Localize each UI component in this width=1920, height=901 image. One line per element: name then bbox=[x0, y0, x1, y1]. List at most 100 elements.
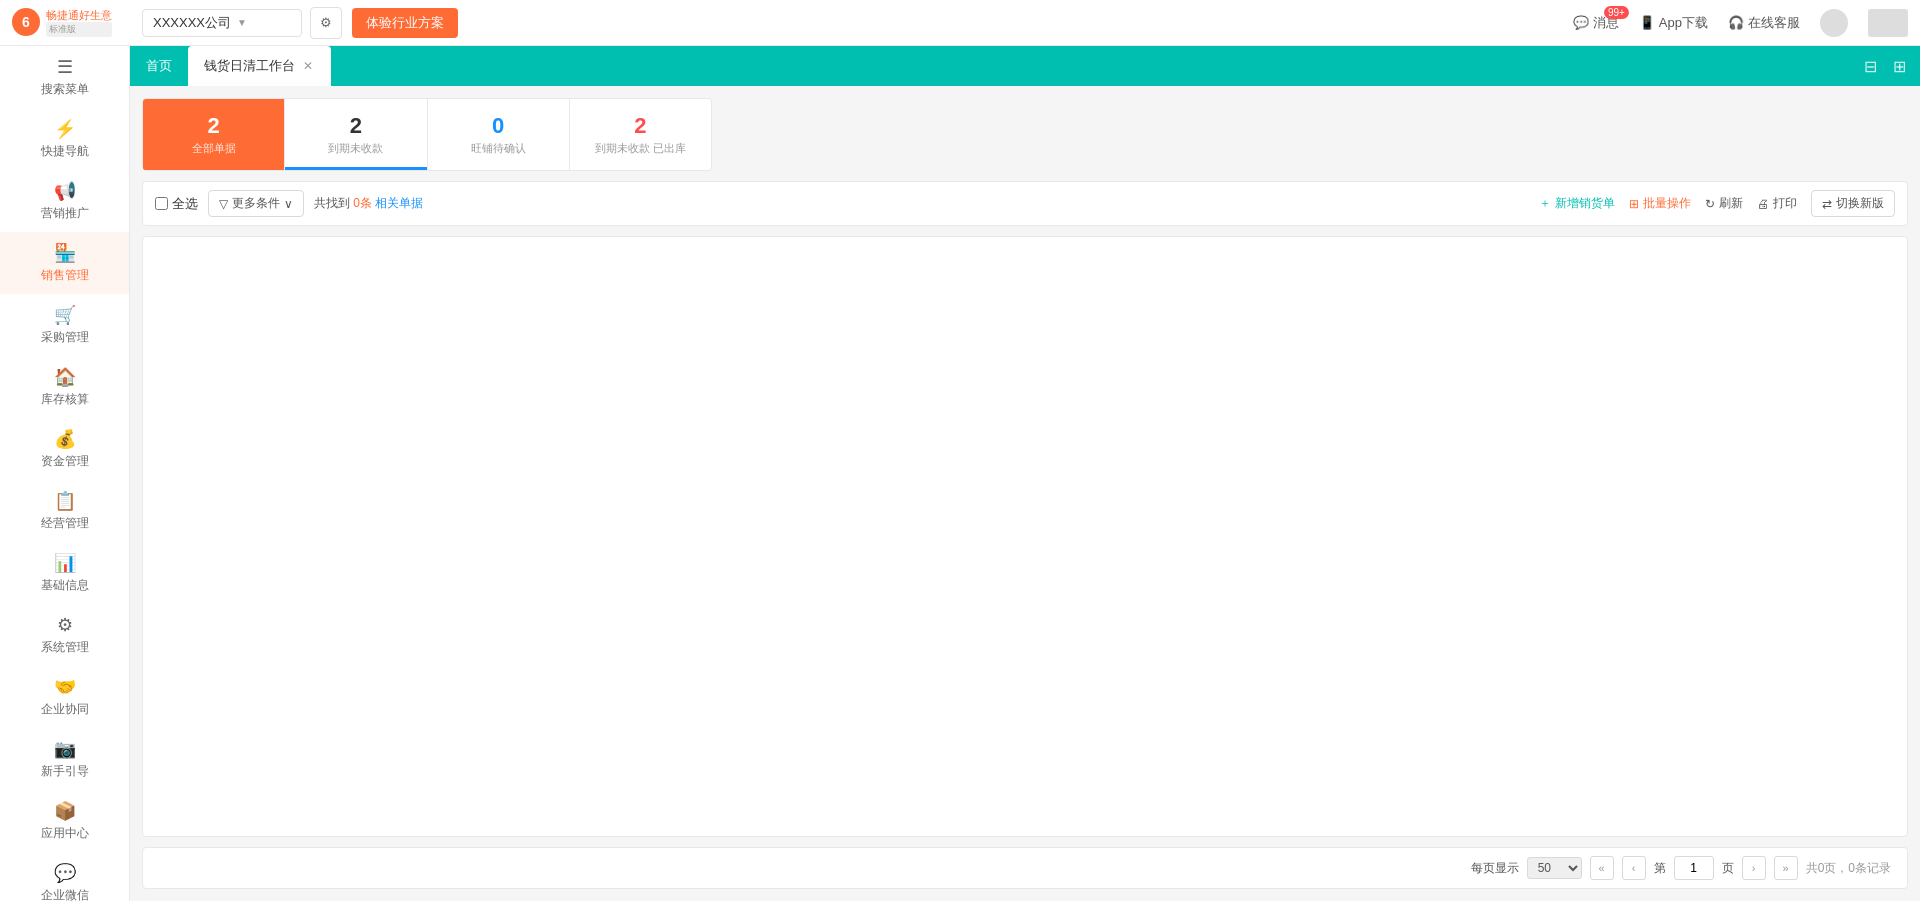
print-icon: 🖨 bbox=[1757, 197, 1769, 211]
online-service-button[interactable]: 🎧 在线客服 bbox=[1728, 14, 1800, 32]
app-download-button[interactable]: 📱 App下载 bbox=[1639, 14, 1708, 32]
stat-card-overdue[interactable]: 2 到期未收款 bbox=[285, 99, 427, 170]
company-selector[interactable]: XXXXXX公司 ▼ bbox=[142, 9, 302, 37]
sidebar-item-label: 采购管理 bbox=[41, 329, 89, 346]
stat-number-overdue: 2 bbox=[305, 113, 406, 139]
toolbar-right: ＋ 新增销货单 ⊞ 批量操作 ↻ 刷新 🖨 打印 bbox=[1539, 190, 1895, 217]
per-page-select[interactable]: 50 20 100 200 bbox=[1527, 857, 1582, 879]
related-records-link[interactable]: 相关单据 bbox=[375, 196, 423, 210]
print-button[interactable]: 🖨 打印 bbox=[1757, 195, 1797, 212]
message-button[interactable]: 💬 消息 99+ bbox=[1573, 14, 1619, 32]
next-page-icon: › bbox=[1752, 862, 1756, 874]
sidebar-item-inventory[interactable]: 🏠 库存核算 bbox=[0, 356, 129, 418]
user-menu[interactable] bbox=[1868, 9, 1908, 37]
prev-page-button[interactable]: ‹ bbox=[1622, 856, 1646, 880]
settings-button[interactable]: ⚙ bbox=[310, 7, 342, 39]
sidebar-item-label: 资金管理 bbox=[41, 453, 89, 470]
content-area: 首页 钱货日清工作台 ✕ ⊟ ⊞ 2 全部单据 2 bbox=[130, 46, 1920, 901]
sidebar-item-search[interactable]: ☰ 搜索菜单 bbox=[0, 46, 129, 108]
marketing-icon: 📢 bbox=[54, 180, 76, 202]
search-menu-icon: ☰ bbox=[57, 56, 73, 78]
select-all-checkbox[interactable]: 全选 bbox=[155, 195, 198, 213]
sidebar-item-system[interactable]: ⚙ 系统管理 bbox=[0, 604, 129, 666]
gear-icon: ⚙ bbox=[320, 15, 332, 30]
app-download-label: App下载 bbox=[1659, 14, 1708, 32]
stat-label-all: 全部单据 bbox=[163, 141, 264, 156]
batch-operation-button[interactable]: ⊞ 批量操作 bbox=[1629, 195, 1691, 212]
message-badge: 99+ bbox=[1604, 6, 1629, 19]
select-all-label: 全选 bbox=[172, 195, 198, 213]
refresh-button[interactable]: ↻ 刷新 bbox=[1705, 195, 1743, 212]
toolbar: 全选 ▽ 更多条件 ∨ 共找到 0条 相关单据 ＋ 新增销货单 bbox=[142, 181, 1908, 226]
sidebar-item-label: 基础信息 bbox=[41, 577, 89, 594]
sidebar-item-label: 库存核算 bbox=[41, 391, 89, 408]
add-sales-order-button[interactable]: ＋ 新增销货单 bbox=[1539, 195, 1615, 212]
tab-workbench[interactable]: 钱货日清工作台 ✕ bbox=[188, 46, 331, 86]
found-text: 共找到 0条 相关单据 bbox=[314, 195, 423, 212]
next-page-button[interactable]: › bbox=[1742, 856, 1766, 880]
per-page-label: 每页显示 bbox=[1471, 860, 1519, 877]
sidebar-item-operations[interactable]: 📋 经营管理 bbox=[0, 480, 129, 542]
sidebar-item-label: 系统管理 bbox=[41, 639, 89, 656]
first-page-icon: « bbox=[1599, 862, 1605, 874]
tab-expand-icon[interactable]: ⊞ bbox=[1889, 53, 1910, 80]
stat-progress-overdue bbox=[285, 167, 426, 170]
header-right: 💬 消息 99+ 📱 App下载 🎧 在线客服 bbox=[1573, 9, 1908, 37]
sidebar-item-tutorial[interactable]: 📷 新手引导 bbox=[0, 728, 129, 790]
sidebar-item-enterprise[interactable]: 🤝 企业协同 bbox=[0, 666, 129, 728]
purchase-icon: 🛒 bbox=[54, 304, 76, 326]
avatar[interactable] bbox=[1820, 9, 1848, 37]
app-tag: 标准版 bbox=[46, 22, 112, 37]
tab-home[interactable]: 首页 bbox=[130, 46, 188, 86]
sidebar-item-purchase[interactable]: 🛒 采购管理 bbox=[0, 294, 129, 356]
stat-card-shipped[interactable]: 2 到期未收款 已出库 bbox=[570, 99, 711, 170]
refresh-icon: ↻ bbox=[1705, 197, 1715, 211]
page-number-input[interactable] bbox=[1674, 856, 1714, 880]
basic-info-icon: 📊 bbox=[54, 552, 76, 574]
stat-card-wangpu[interactable]: 0 旺铺待确认 bbox=[428, 99, 570, 170]
logo-text-block: 畅捷通好生意 标准版 bbox=[46, 8, 112, 37]
first-page-button[interactable]: « bbox=[1590, 856, 1614, 880]
sidebar-item-app-center[interactable]: 📦 应用中心 bbox=[0, 790, 129, 852]
stat-label-shipped: 到期未收款 已出库 bbox=[590, 141, 691, 156]
tab-workbench-label: 钱货日清工作台 bbox=[204, 57, 295, 75]
pagination-bar: 每页显示 50 20 100 200 « ‹ 第 页 › bbox=[142, 847, 1908, 889]
stat-number-all: 2 bbox=[163, 113, 264, 139]
sidebar-item-label: 快捷导航 bbox=[41, 143, 89, 160]
batch-label: 批量操作 bbox=[1643, 195, 1691, 212]
sidebar-item-wechat[interactable]: 💬 企业微信 bbox=[0, 852, 129, 901]
sidebar-item-sales[interactable]: 🏪 销售管理 bbox=[0, 232, 129, 294]
switch-version-button[interactable]: ⇄ 切换新版 bbox=[1811, 190, 1895, 217]
online-service-label: 在线客服 bbox=[1748, 14, 1800, 32]
stat-number-wangpu: 0 bbox=[448, 113, 549, 139]
finance-icon: 💰 bbox=[54, 428, 76, 450]
logo-area: 6 畅捷通好生意 标准版 bbox=[12, 8, 142, 37]
company-name: XXXXXX公司 bbox=[153, 14, 231, 32]
sidebar-item-basic-info[interactable]: 📊 基础信息 bbox=[0, 542, 129, 604]
sidebar-item-marketing[interactable]: 📢 营销推广 bbox=[0, 170, 129, 232]
stat-label-wangpu: 旺铺待确认 bbox=[448, 141, 549, 156]
sidebar-item-label: 营销推广 bbox=[41, 205, 89, 222]
sidebar-item-label: 企业微信 bbox=[41, 887, 89, 901]
last-page-icon: » bbox=[1783, 862, 1789, 874]
operations-icon: 📋 bbox=[54, 490, 76, 512]
sidebar-item-label: 新手引导 bbox=[41, 763, 89, 780]
tab-home-label: 首页 bbox=[146, 57, 172, 75]
filter-button[interactable]: ▽ 更多条件 ∨ bbox=[208, 190, 304, 217]
stat-card-all[interactable]: 2 全部单据 bbox=[143, 99, 285, 170]
sales-icon: 🏪 bbox=[54, 242, 76, 264]
sidebar-item-quick-nav[interactable]: ⚡ 快捷导航 bbox=[0, 108, 129, 170]
system-icon: ⚙ bbox=[57, 614, 73, 636]
experience-button[interactable]: 体验行业方案 bbox=[352, 8, 458, 38]
sidebar-item-finance[interactable]: 💰 资金管理 bbox=[0, 418, 129, 480]
prev-page-icon: ‹ bbox=[1632, 862, 1636, 874]
tab-close-icon[interactable]: ✕ bbox=[301, 57, 315, 75]
tab-minimize-icon[interactable]: ⊟ bbox=[1860, 53, 1881, 80]
filter-chevron-icon: ∨ bbox=[284, 197, 293, 211]
select-all-input[interactable] bbox=[155, 197, 168, 210]
total-info: 共0页，0条记录 bbox=[1806, 860, 1891, 877]
top-header: 6 畅捷通好生意 标准版 XXXXXX公司 ▼ ⚙ 体验行业方案 💬 消息 99… bbox=[0, 0, 1920, 46]
table-area bbox=[142, 236, 1908, 837]
stats-row: 2 全部单据 2 到期未收款 0 旺铺待确认 2 到期未收款 已出库 bbox=[142, 98, 712, 171]
last-page-button[interactable]: » bbox=[1774, 856, 1798, 880]
